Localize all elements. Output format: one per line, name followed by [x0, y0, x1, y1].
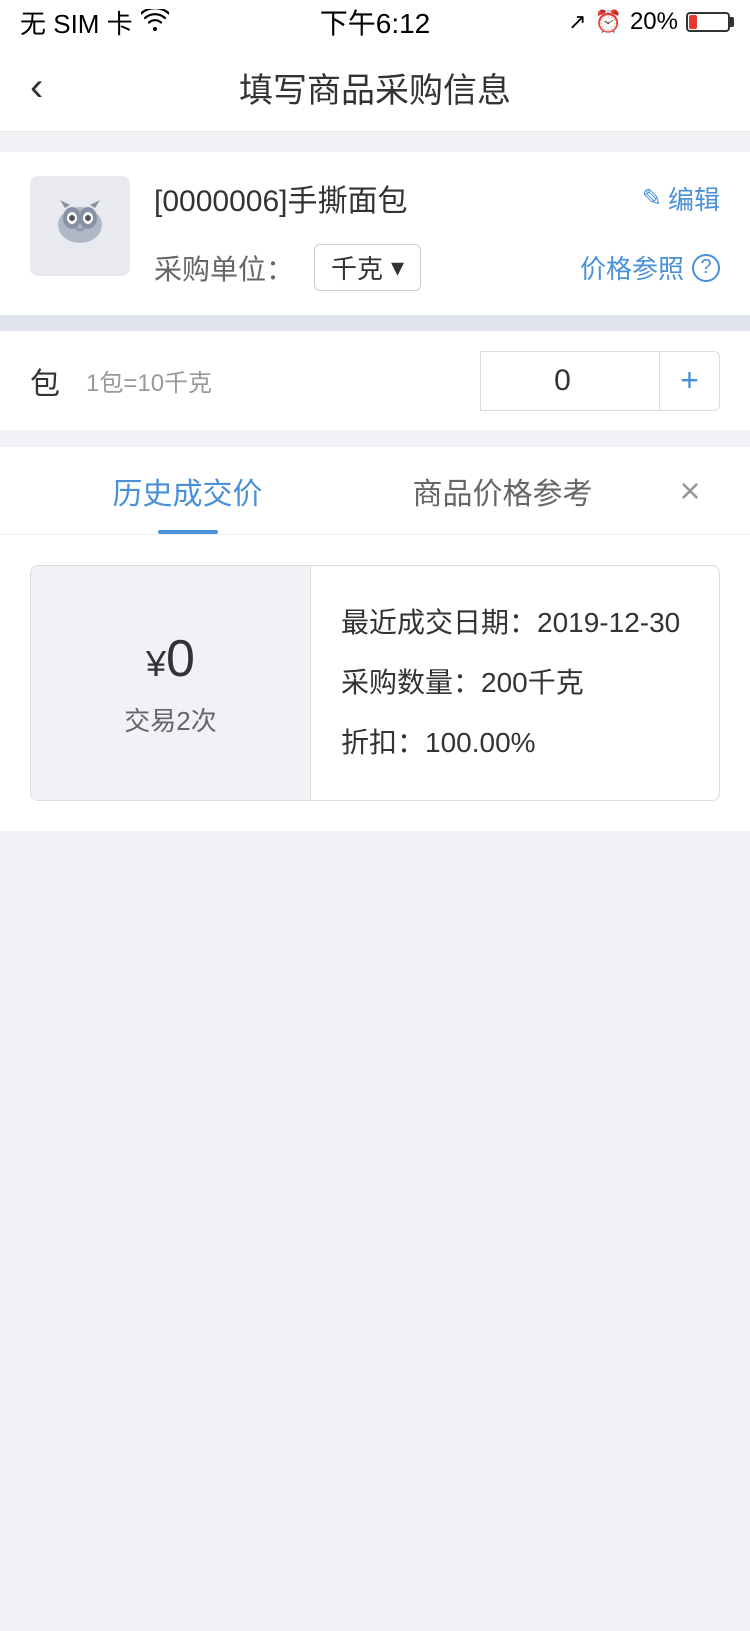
purchase-unit-row: 采购单位： 千克 ▾ 价格参照 ? [154, 244, 720, 291]
unit-select-group: 采购单位： 千克 ▾ [154, 244, 421, 291]
price-ref-label: 价格参照 [580, 249, 684, 286]
product-name-row: [0000006]手撕面包 ✎ 编辑 [154, 176, 720, 220]
quantity-plus-button[interactable]: + [660, 351, 720, 411]
quantity-unit-label: 包 [30, 359, 60, 403]
product-row: [0000006]手撕面包 ✎ 编辑 采购单位： 千克 ▾ 价格参照 [30, 176, 720, 291]
card-details-section: 最近成交日期：2019-12-30 采购数量：200千克 折扣：100.00% [311, 566, 719, 800]
status-bar: 无 SIM 卡 下午6:12 ↗ ⏰ 20% [0, 0, 750, 44]
tab-product-price-ref[interactable]: 商品价格参考 [345, 447, 660, 534]
price-ref-button[interactable]: 价格参照 ? [580, 249, 720, 286]
edit-icon: ✎ [642, 184, 662, 213]
trade-card: ¥0 交易2次 最近成交日期：2019-12-30 采购数量：200千克 折扣：… [30, 565, 720, 801]
card-quantity-row: 采购数量：200千克 [341, 662, 689, 704]
status-bar-right: ↗ ⏰ 20% [568, 8, 730, 36]
discount-value: 100.00% [425, 727, 536, 758]
card-recent-date-row: 最近成交日期：2019-12-30 [341, 602, 689, 644]
quantity-controls: + [480, 351, 720, 411]
product-logo-icon [50, 190, 110, 262]
product-logo [30, 176, 130, 276]
product-info: [0000006]手撕面包 ✎ 编辑 采购单位： 千克 ▾ 价格参照 [154, 176, 720, 291]
battery-fill [689, 15, 697, 29]
wifi-icon [141, 7, 169, 38]
product-section: [0000006]手撕面包 ✎ 编辑 采购单位： 千克 ▾ 价格参照 [0, 152, 750, 315]
discount-label: 折扣： [341, 727, 425, 758]
edit-button[interactable]: ✎ 编辑 [642, 180, 720, 217]
tabs-header: 历史成交价 商品价格参考 × [0, 447, 750, 535]
section-divider [0, 315, 750, 331]
alarm-icon: ⏰ [595, 9, 622, 35]
quantity-label: 采购数量： [341, 667, 481, 698]
price-value: 0 [166, 630, 195, 688]
recent-date-value: 2019-12-30 [537, 607, 680, 638]
quantity-input[interactable] [480, 351, 660, 411]
status-bar-left: 无 SIM 卡 [20, 4, 169, 41]
tab-history-price[interactable]: 历史成交价 [30, 447, 345, 534]
tab1-label: 历史成交价 [113, 469, 263, 513]
main-content-background [0, 831, 750, 1631]
purchase-unit-label: 采购单位： [154, 248, 294, 288]
quantity-row: 包 1包=10千克 + [0, 331, 750, 431]
tab-active-indicator [158, 530, 218, 534]
location-icon: ↗ [568, 9, 586, 35]
battery-icon [686, 12, 730, 32]
help-icon[interactable]: ? [692, 254, 720, 282]
battery-percent: 20% [630, 8, 678, 36]
quantity-value: 200千克 [481, 667, 584, 698]
unit-value: 千克 [331, 249, 383, 286]
quantity-unit-sub: 1包=10千克 [86, 363, 212, 398]
recent-date-label: 最近成交日期： [341, 607, 537, 638]
page-title: 填写商品采购信息 [239, 63, 511, 112]
status-bar-time: 下午6:12 [320, 2, 431, 42]
tabs-close-button[interactable]: × [660, 461, 720, 521]
carrier-text: 无 SIM 卡 [20, 4, 133, 41]
close-icon: × [679, 470, 700, 512]
unit-select[interactable]: 千克 ▾ [314, 244, 421, 291]
page-header: ‹ 填写商品采购信息 [0, 44, 750, 132]
card-price-display: ¥0 [146, 629, 195, 689]
dropdown-icon: ▾ [391, 252, 404, 283]
back-button[interactable]: ‹ [30, 65, 43, 110]
product-name: [0000006]手撕面包 [154, 176, 407, 220]
tab2-label: 商品价格参考 [413, 469, 593, 513]
edit-label: 编辑 [668, 180, 720, 217]
card-price-section: ¥0 交易2次 [31, 566, 311, 800]
price-currency-symbol: ¥ [146, 643, 166, 684]
card-area: ¥0 交易2次 最近成交日期：2019-12-30 采购数量：200千克 折扣：… [0, 535, 750, 831]
card-discount-row: 折扣：100.00% [341, 722, 689, 764]
tabs-section: 历史成交价 商品价格参考 × ¥0 交易2次 最近成交日期：2019-12-30 [0, 447, 750, 831]
card-trade-count: 交易2次 [124, 701, 216, 738]
